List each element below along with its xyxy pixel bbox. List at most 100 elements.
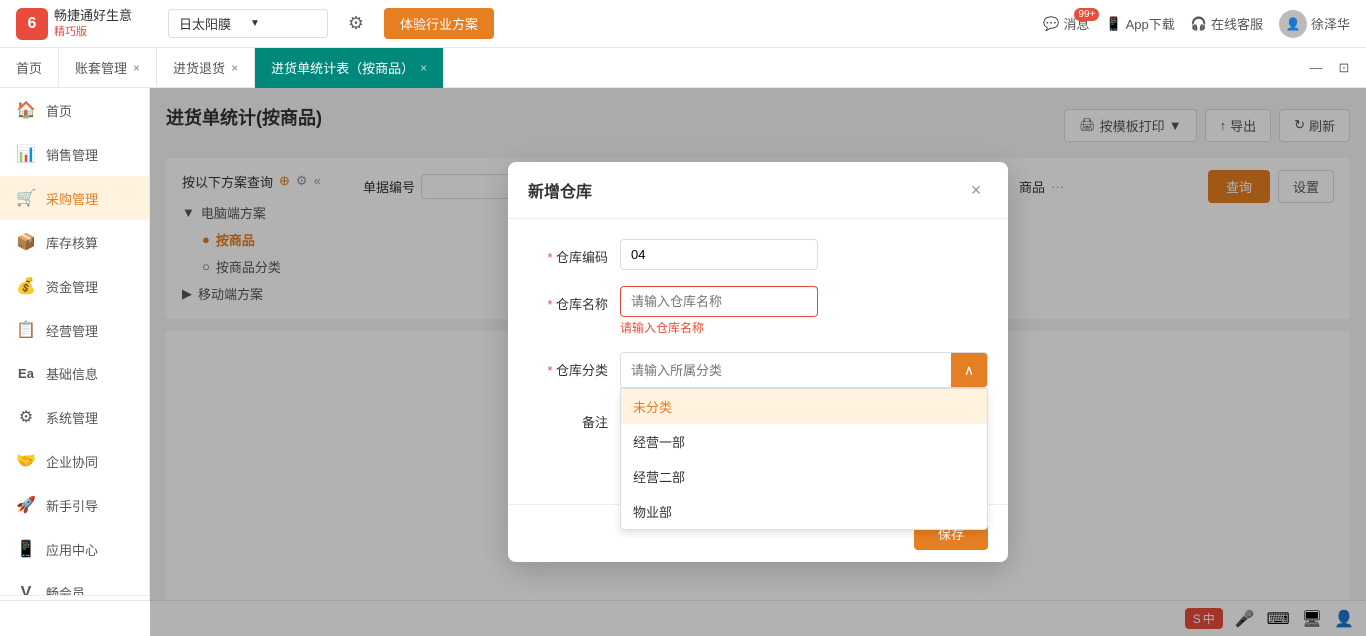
modal-title: 新增仓库 xyxy=(528,178,592,202)
modal-body: 仓库编码 仓库名称 请输入仓库名称 xyxy=(508,219,1008,504)
finance-icon: 💰 xyxy=(16,276,36,296)
modal-overlay: 新增仓库 × 仓库编码 xyxy=(150,88,1366,636)
settings-icon-button[interactable]: ⚙ xyxy=(340,8,372,40)
username: 徐泽华 xyxy=(1311,14,1350,33)
sidebar-item-system[interactable]: ⚙ 系统管理 xyxy=(0,395,149,439)
logo-icon: 6 xyxy=(16,8,48,40)
name-form-row: 仓库名称 请输入仓库名称 xyxy=(528,286,988,336)
sidebar-item-basic-info-label: 基础信息 xyxy=(46,364,98,383)
sidebar-item-guide[interactable]: 🚀 新手引导 xyxy=(0,483,149,527)
tab-account-label: 账套管理 xyxy=(75,58,127,77)
service-button[interactable]: 🎧 在线客服 xyxy=(1191,14,1263,33)
code-label: 仓库编码 xyxy=(528,239,608,266)
message-button[interactable]: 💬 消息 99+ xyxy=(1043,14,1089,33)
sidebar-item-guide-label: 新手引导 xyxy=(46,496,98,515)
chevron-down-icon: ▼ xyxy=(250,18,317,29)
sidebar-item-operations[interactable]: 📋 经营管理 xyxy=(0,308,149,352)
tab-account[interactable]: 账套管理 × xyxy=(59,48,157,88)
sidebar-item-finance[interactable]: 💰 资金管理 xyxy=(0,264,149,308)
guide-icon: 🚀 xyxy=(16,495,36,515)
sidebar-item-home[interactable]: 🏠 首页 xyxy=(0,88,149,132)
logo-text: 畅捷通好生意 xyxy=(54,8,132,24)
message-badge: 99+ xyxy=(1074,8,1099,21)
modal-new-warehouse: 新增仓库 × 仓库编码 xyxy=(508,162,1008,562)
modal-header: 新增仓库 × xyxy=(508,162,1008,219)
sidebar-item-apps-label: 应用中心 xyxy=(46,540,98,559)
sidebar-item-inventory-label: 库存核算 xyxy=(46,233,98,252)
sidebar-item-operations-label: 经营管理 xyxy=(46,321,98,340)
app-label: App下载 xyxy=(1126,14,1175,33)
store-selector[interactable]: 日太阳膜 ▼ xyxy=(168,9,328,38)
tab-bar: 首页 账套管理 × 进货退货 × 进货单统计表（按商品） × — ⊡ xyxy=(0,48,1366,88)
sidebar-item-home-label: 首页 xyxy=(46,101,72,120)
home-icon: 🏠 xyxy=(16,100,36,120)
name-error-message: 请输入仓库名称 xyxy=(620,319,988,336)
category-toggle-button[interactable]: ∧ xyxy=(951,353,987,387)
sidebar-item-purchase-label: 采购管理 xyxy=(46,189,98,208)
tab-purchase-return-label: 进货退货 xyxy=(173,58,225,77)
sidebar-item-enterprise-label: 企业协同 xyxy=(46,452,98,471)
category-input[interactable] xyxy=(621,356,951,385)
vip-icon: V xyxy=(16,584,36,596)
sidebar-item-vip[interactable]: V 畅会员 xyxy=(0,571,149,595)
sales-icon: 📊 xyxy=(16,144,36,164)
service-label: 在线客服 xyxy=(1211,14,1263,33)
sidebar-scroll: 🏠 首页 📊 销售管理 🛒 采购管理 📦 库存核算 💰 资金管理 📋 经 xyxy=(0,88,149,595)
sidebar-item-finance-label: 资金管理 xyxy=(46,277,98,296)
gear-icon: ⚙ xyxy=(348,13,364,34)
avatar: 👤 xyxy=(1279,10,1307,38)
category-form-row: 仓库分类 ∧ 未分类 经营一部 经营二部 xyxy=(528,352,988,388)
sidebar-item-apps[interactable]: 📱 应用中心 xyxy=(0,527,149,571)
tab-purchase-return[interactable]: 进货退货 × xyxy=(157,48,255,88)
sidebar-item-system-label: 系统管理 xyxy=(46,408,98,427)
tab-purchase-stats[interactable]: 进货单统计表（按商品） × xyxy=(255,48,444,88)
sidebar-item-sales-label: 销售管理 xyxy=(46,145,98,164)
tab-account-close[interactable]: × xyxy=(133,61,140,75)
trial-button[interactable]: 体验行业方案 xyxy=(384,8,494,39)
dropdown-item-dept2[interactable]: 经营二部 xyxy=(621,459,987,494)
dropdown-item-unclassified[interactable]: 未分类 xyxy=(621,389,987,424)
enterprise-icon: 🤝 xyxy=(16,451,36,471)
dropdown-item-dept1[interactable]: 经营一部 xyxy=(621,424,987,459)
header-right: 💬 消息 99+ 📱 App下载 🎧 在线客服 👤 徐泽华 xyxy=(1043,10,1350,38)
sidebar-item-inventory[interactable]: 📦 库存核算 xyxy=(0,220,149,264)
modal-close-button[interactable]: × xyxy=(964,178,988,202)
tab-purchase-return-close[interactable]: × xyxy=(231,61,238,75)
operations-icon: 📋 xyxy=(16,320,36,340)
tab-window-controls: — ⊡ xyxy=(1294,58,1366,78)
purchase-icon: 🛒 xyxy=(16,188,36,208)
sidebar: 🏠 首页 📊 销售管理 🛒 采购管理 📦 库存核算 💰 资金管理 📋 经 xyxy=(0,88,150,636)
apps-icon: 📱 xyxy=(16,539,36,559)
phone-icon: 📱 xyxy=(1105,16,1121,32)
top-header: 6 畅捷通好生意 精巧版 日太阳膜 ▼ ⚙ 体验行业方案 💬 消息 99+ 📱 … xyxy=(0,0,1366,48)
message-icon: 💬 xyxy=(1043,16,1059,32)
minimize-button[interactable]: — xyxy=(1306,58,1326,78)
basic-info-icon: Ea xyxy=(16,366,36,381)
headset-icon: 🎧 xyxy=(1191,16,1207,32)
code-form-row: 仓库编码 xyxy=(528,239,988,270)
content-area: 进货单统计(按商品) 🖨 按模板打印 ▼ ↑ 导出 ↻ 刷新 xyxy=(150,88,1366,636)
system-icon: ⚙ xyxy=(16,407,36,427)
tab-home[interactable]: 首页 xyxy=(0,48,59,88)
sidebar-item-purchase[interactable]: 🛒 采购管理 xyxy=(0,176,149,220)
remark-label: 备注 xyxy=(528,404,608,431)
category-dropdown: 未分类 经营一部 经营二部 物业部 xyxy=(620,388,988,530)
logo-area: 6 畅捷通好生意 精巧版 xyxy=(16,8,156,40)
sidebar-item-sales[interactable]: 📊 销售管理 xyxy=(0,132,149,176)
main-layout: 🏠 首页 📊 销售管理 🛒 采购管理 📦 库存核算 💰 资金管理 📋 经 xyxy=(0,88,1366,636)
store-name: 日太阳膜 xyxy=(179,14,246,33)
maximize-button[interactable]: ⊡ xyxy=(1334,58,1354,78)
name-input[interactable] xyxy=(620,286,818,317)
sidebar-item-basic-info[interactable]: Ea 基础信息 xyxy=(0,352,149,395)
app-download-button[interactable]: 📱 App下载 xyxy=(1105,14,1174,33)
tab-purchase-stats-label: 进货单统计表（按商品） xyxy=(271,58,414,77)
code-input[interactable] xyxy=(620,239,818,270)
name-label: 仓库名称 xyxy=(528,286,608,313)
dropdown-item-property[interactable]: 物业部 xyxy=(621,494,987,529)
sidebar-item-vip-label: 畅会员 xyxy=(46,583,85,595)
user-profile[interactable]: 👤 徐泽华 xyxy=(1279,10,1350,38)
tab-purchase-stats-close[interactable]: × xyxy=(420,61,427,75)
sidebar-item-enterprise[interactable]: 🤝 企业协同 xyxy=(0,439,149,483)
inventory-icon: 📦 xyxy=(16,232,36,252)
category-label: 仓库分类 xyxy=(528,352,608,379)
